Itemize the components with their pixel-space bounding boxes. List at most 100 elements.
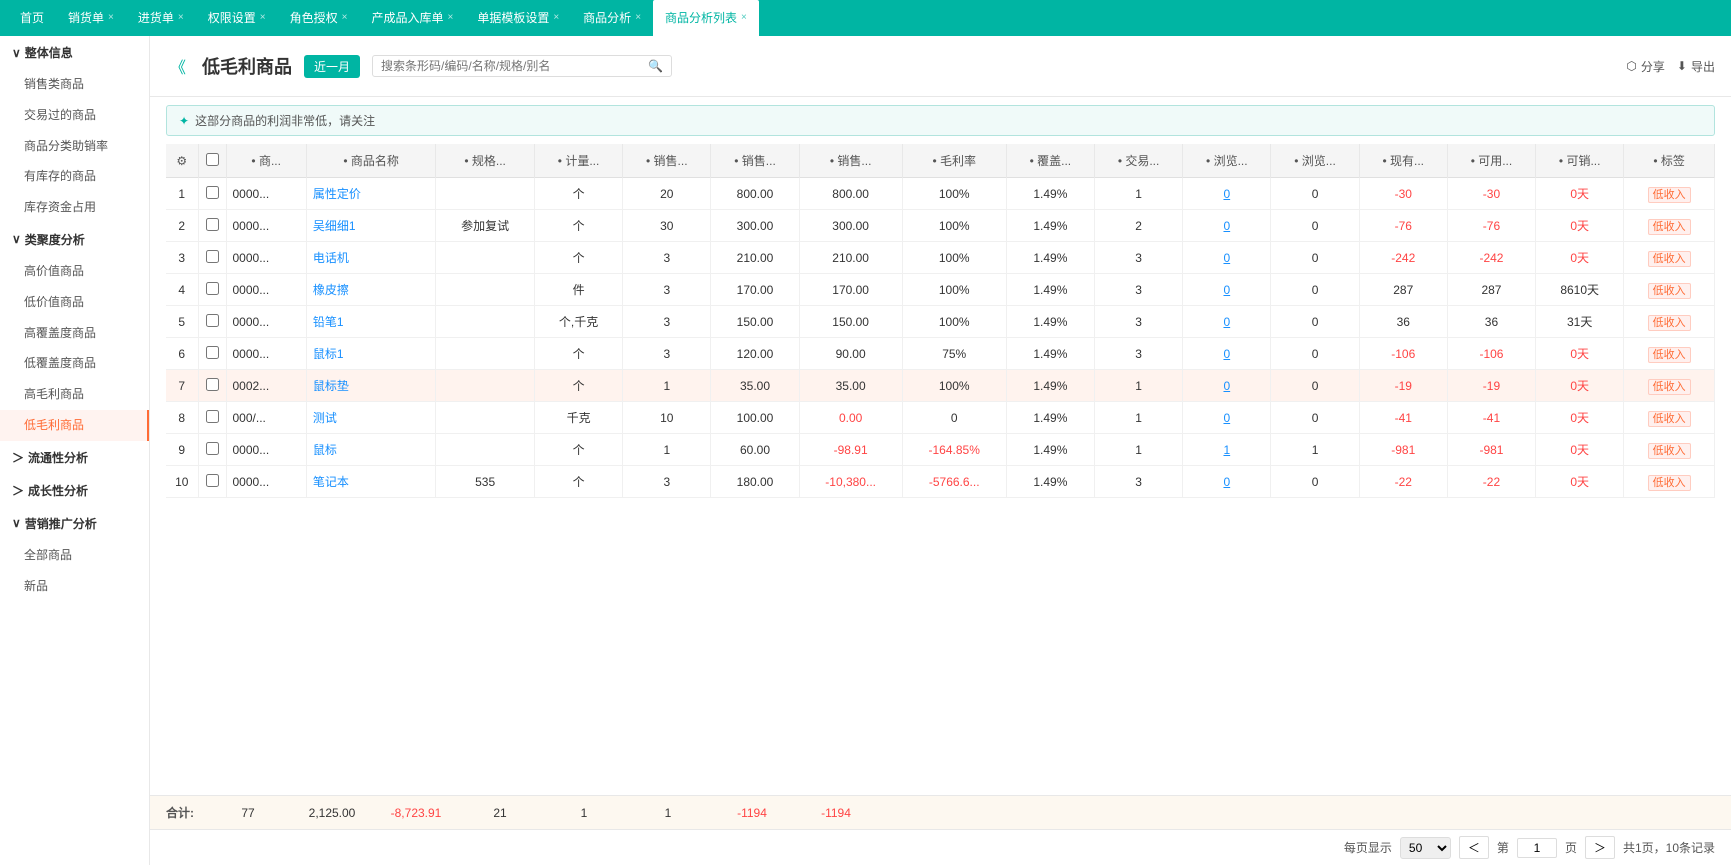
row-browse1[interactable]: 0 [1183,306,1271,338]
row-name[interactable]: 橡皮擦 [306,274,435,306]
row-browse1[interactable]: 0 [1183,370,1271,402]
period-button[interactable]: 近一月 [304,55,360,78]
row-name[interactable]: 笔记本 [306,466,435,498]
row-browse1[interactable]: 0 [1183,274,1271,306]
col-sales-price[interactable]: • 销售... [711,144,799,178]
nav-role-auth[interactable]: 角色授权 × [278,0,360,36]
row-checkbox[interactable] [198,402,226,434]
close-icon[interactable]: × [178,0,184,36]
row-name[interactable]: 电话机 [306,242,435,274]
nav-home[interactable]: 首页 [8,0,56,36]
col-available[interactable]: • 可用... [1447,144,1535,178]
share-button[interactable]: ⬡ 分享 [1626,58,1665,75]
row-checkbox[interactable] [198,274,226,306]
col-checkbox[interactable] [198,144,226,178]
nav-product-in[interactable]: 产成品入库单 × [359,0,465,36]
prev-page-button[interactable]: ＜ [1459,836,1489,859]
sidebar-item-new-goods[interactable]: 新品 [0,571,149,602]
select-all-checkbox[interactable] [206,153,219,166]
row-sales-amount: 150.00 [799,306,902,338]
close-icon[interactable]: × [741,0,747,36]
close-icon[interactable]: × [260,0,266,36]
col-sales-count[interactable]: • 销售... [623,144,711,178]
sidebar-item-low-coverage[interactable]: 低覆盖度商品 [0,348,149,379]
col-sellable[interactable]: • 可销... [1536,144,1624,178]
row-browse1[interactable]: 0 [1183,210,1271,242]
sidebar-group-overall[interactable]: ∨ 整体信息 [0,36,149,69]
nav-goods-analysis-list[interactable]: 商品分析列表 × [653,0,759,36]
col-gross-margin[interactable]: • 毛利率 [902,144,1006,178]
sidebar-collapse-btn[interactable]: 《 [166,46,190,86]
col-sales-amount[interactable]: • 销售... [799,144,902,178]
sidebar-group-growth[interactable]: ＞ 成长性分析 [0,474,149,507]
row-browse1[interactable]: 0 [1183,402,1271,434]
sidebar-item-low-margin[interactable]: 低毛利商品 [0,410,149,441]
nav-goods-analysis[interactable]: 商品分析 × [571,0,653,36]
col-unit[interactable]: • 计量... [534,144,622,178]
next-page-button[interactable]: ＞ [1585,836,1615,859]
row-checkbox[interactable] [198,242,226,274]
row-browse1[interactable]: 1 [1183,434,1271,466]
sidebar-item-high-margin[interactable]: 高毛利商品 [0,379,149,410]
page-number-input[interactable] [1517,838,1557,858]
close-icon[interactable]: × [342,0,348,36]
row-checkbox[interactable] [198,370,226,402]
sidebar-item-category-rate[interactable]: 商品分类助销率 [0,131,149,162]
col-settings[interactable]: ⚙ [166,144,198,178]
row-checkbox[interactable] [198,178,226,210]
row-browse1[interactable]: 0 [1183,178,1271,210]
row-checkbox[interactable] [198,434,226,466]
sidebar-item-high-value[interactable]: 高价值商品 [0,256,149,287]
sidebar-group-marketing[interactable]: ∨ 营销推广分析 [0,507,149,540]
row-sales-price: 300.00 [711,210,799,242]
page-size-select[interactable]: 50 100 200 [1400,837,1451,859]
page-size-label: 每页显示 [1344,839,1392,856]
row-checkbox[interactable] [198,466,226,498]
row-checkbox[interactable] [198,306,226,338]
close-icon[interactable]: × [447,0,453,36]
close-icon[interactable]: × [635,0,641,36]
row-name[interactable]: 铅笔1 [306,306,435,338]
search-icon[interactable]: 🔍 [648,59,663,73]
nav-template[interactable]: 单据模板设置 × [465,0,571,36]
col-trade[interactable]: • 交易... [1094,144,1182,178]
col-tag[interactable]: • 标签 [1624,144,1715,178]
close-icon[interactable]: × [553,0,559,36]
nav-sales-order[interactable]: 销货单 × [56,0,126,36]
col-browse2[interactable]: • 浏览... [1271,144,1359,178]
nav-purchase-order[interactable]: 进货单 × [126,0,196,36]
col-spec[interactable]: • 规格... [436,144,535,178]
row-checkbox[interactable] [198,210,226,242]
search-input[interactable] [381,59,644,73]
sidebar-item-traded-goods[interactable]: 交易过的商品 [0,100,149,131]
row-browse1[interactable]: 0 [1183,466,1271,498]
row-spec: 535 [436,466,535,498]
row-name[interactable]: 吴细细1 [306,210,435,242]
col-code[interactable]: • 商... [226,144,306,178]
row-name[interactable]: 属性定价 [306,178,435,210]
row-browse1[interactable]: 0 [1183,338,1271,370]
col-coverage[interactable]: • 覆盖... [1006,144,1094,178]
col-browse1[interactable]: • 浏览... [1183,144,1271,178]
nav-permission[interactable]: 权限设置 × [196,0,278,36]
sidebar-item-low-value[interactable]: 低价值商品 [0,287,149,318]
col-name[interactable]: • 商品名称 [306,144,435,178]
sidebar-item-all-goods[interactable]: 全部商品 [0,540,149,571]
row-browse1[interactable]: 0 [1183,242,1271,274]
sidebar-item-stock-fund[interactable]: 库存资金占用 [0,192,149,223]
row-browse2: 0 [1271,274,1359,306]
col-current[interactable]: • 现有... [1359,144,1447,178]
row-name[interactable]: 鼠标1 [306,338,435,370]
sidebar-group-cluster[interactable]: ∨ 类聚度分析 [0,223,149,256]
row-name[interactable]: 鼠标 [306,434,435,466]
sidebar-item-stock-goods[interactable]: 有库存的商品 [0,161,149,192]
sidebar-item-high-coverage[interactable]: 高覆盖度商品 [0,318,149,349]
row-checkbox[interactable] [198,338,226,370]
row-name[interactable]: 测试 [306,402,435,434]
row-name[interactable]: 鼠标垫 [306,370,435,402]
close-icon[interactable]: × [108,0,114,36]
export-button[interactable]: ⬇ 导出 [1677,58,1715,75]
row-sales-count: 3 [623,274,711,306]
sidebar-item-sales-goods[interactable]: 销售类商品 [0,69,149,100]
sidebar-group-flow[interactable]: ＞ 流通性分析 [0,441,149,474]
